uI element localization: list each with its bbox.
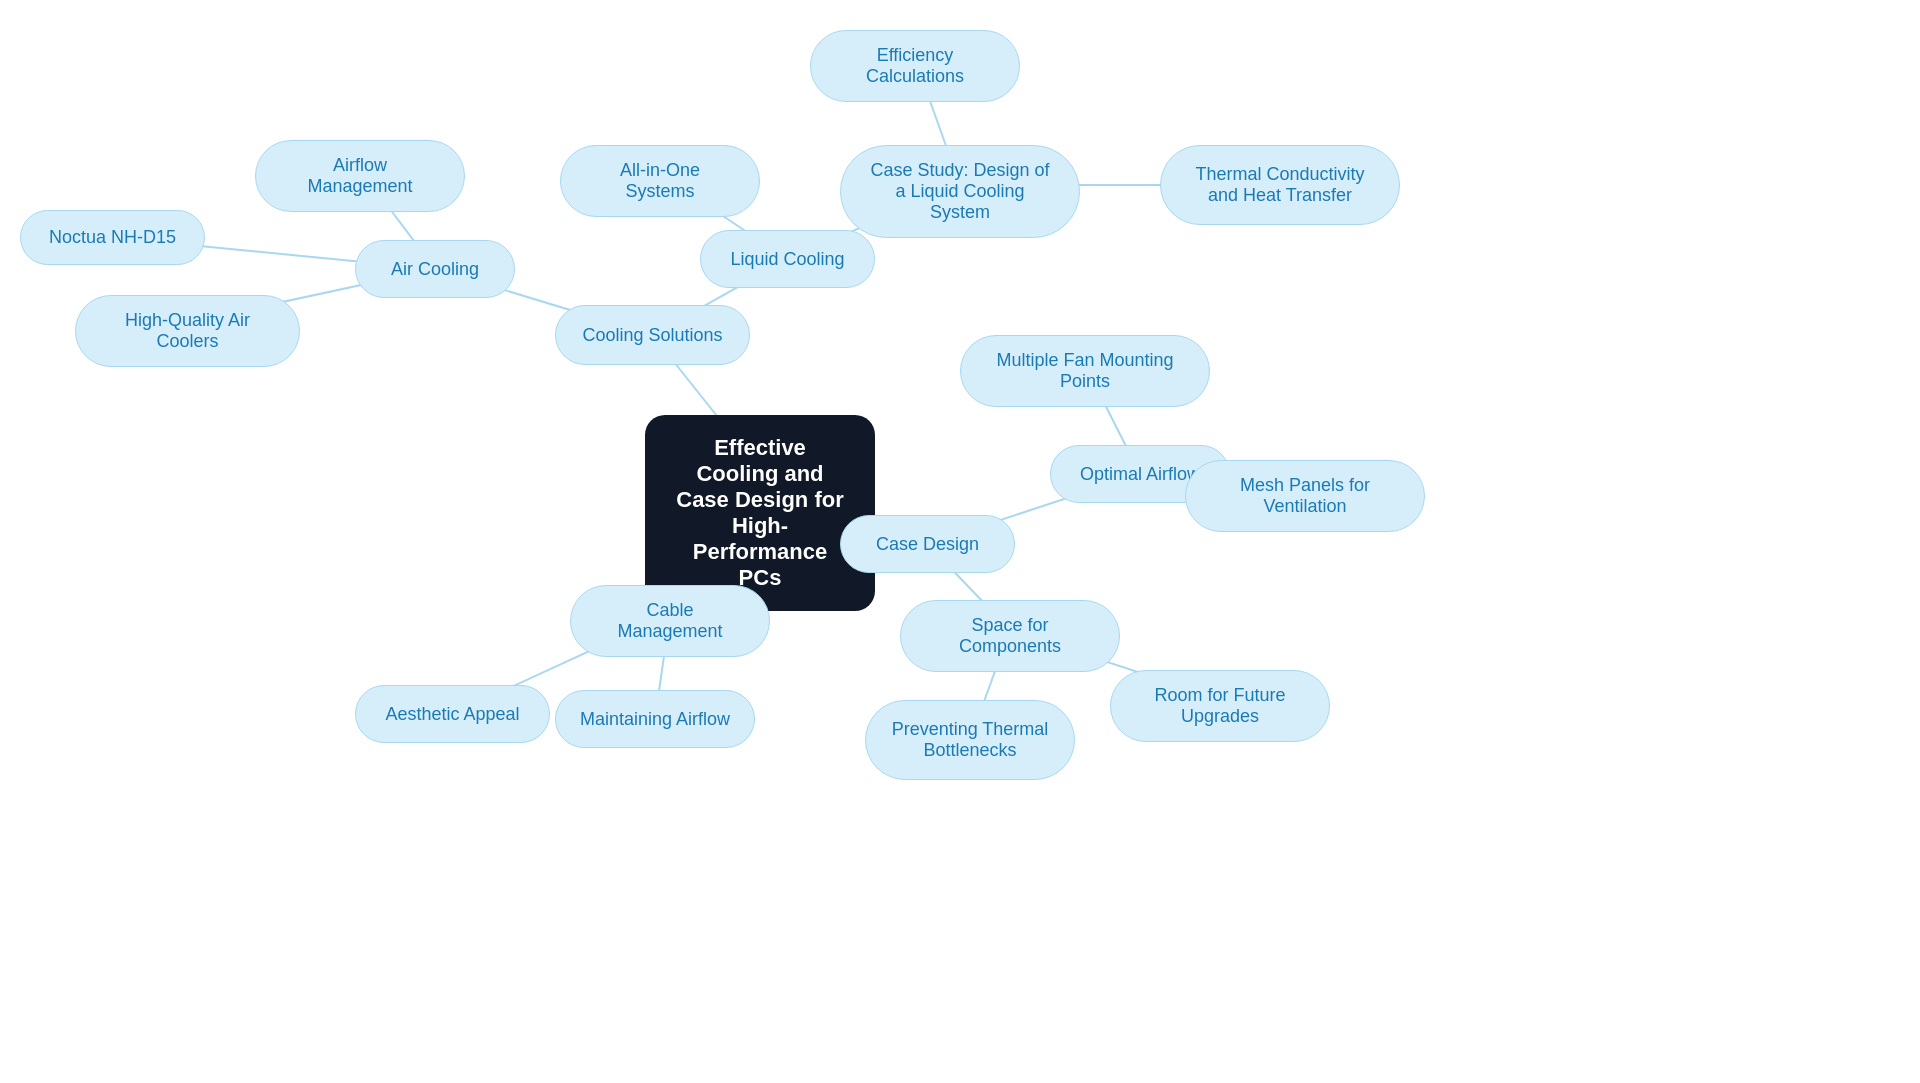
node-case_study[interactable]: Case Study: Design of a Liquid Cooling S… bbox=[840, 145, 1080, 238]
node-cable_management[interactable]: Cable Management bbox=[570, 585, 770, 657]
node-center[interactable]: Effective Cooling and Case Design for Hi… bbox=[645, 415, 875, 611]
node-case_design[interactable]: Case Design bbox=[840, 515, 1015, 573]
node-efficiency[interactable]: Efficiency Calculations bbox=[810, 30, 1020, 102]
node-mesh_panels[interactable]: Mesh Panels for Ventilation bbox=[1185, 460, 1425, 532]
node-airflow_management[interactable]: Airflow Management bbox=[255, 140, 465, 212]
node-space_components[interactable]: Space for Components bbox=[900, 600, 1120, 672]
node-multiple_fan[interactable]: Multiple Fan Mounting Points bbox=[960, 335, 1210, 407]
node-aesthetic_appeal[interactable]: Aesthetic Appeal bbox=[355, 685, 550, 743]
node-cooling_solutions[interactable]: Cooling Solutions bbox=[555, 305, 750, 365]
node-all_in_one[interactable]: All-in-One Systems bbox=[560, 145, 760, 217]
node-maintaining_airflow[interactable]: Maintaining Airflow bbox=[555, 690, 755, 748]
node-liquid_cooling[interactable]: Liquid Cooling bbox=[700, 230, 875, 288]
node-air_cooling[interactable]: Air Cooling bbox=[355, 240, 515, 298]
node-preventing_thermal[interactable]: Preventing Thermal Bottlenecks bbox=[865, 700, 1075, 780]
node-noctua[interactable]: Noctua NH-D15 bbox=[20, 210, 205, 265]
node-room_upgrades[interactable]: Room for Future Upgrades bbox=[1110, 670, 1330, 742]
node-high_quality[interactable]: High-Quality Air Coolers bbox=[75, 295, 300, 367]
node-thermal_conductivity[interactable]: Thermal Conductivity and Heat Transfer bbox=[1160, 145, 1400, 225]
